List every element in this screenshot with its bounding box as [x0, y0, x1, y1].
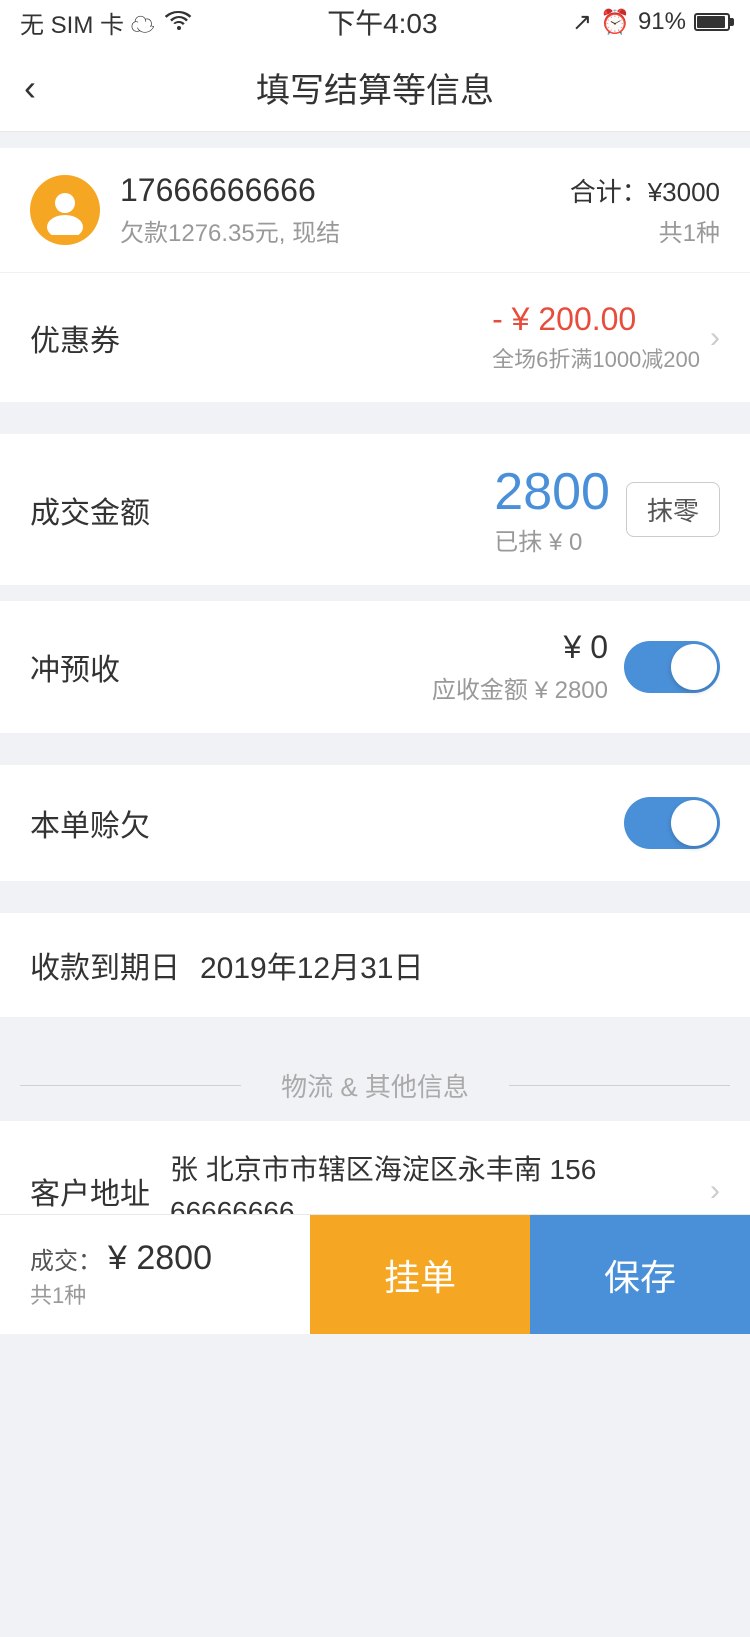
amount-number: 2800	[494, 462, 610, 522]
bensdan-toggle-knob	[671, 800, 717, 846]
user-subtext: 欠款1276.35元, 现结	[120, 213, 340, 248]
deal-amount-row: 成交金额 2800 已抹 ¥ 0 抹零	[30, 434, 720, 585]
coupon-right: - ¥ 200.00 全场6折满1000减200 ›	[492, 301, 720, 374]
logistics-section-label: 物流 & 其他信息	[0, 1049, 750, 1121]
user-info-row: 17666666666 欠款1276.35元, 现结 合计：¥3000 共1种	[0, 148, 750, 272]
wifi-icon	[165, 8, 193, 37]
amount-sub: 已抹 ¥ 0	[494, 522, 610, 557]
bottom-spacer	[0, 1477, 750, 1637]
footer-info: 成交： ¥ 2800 共1种	[0, 1239, 310, 1310]
address-label: 客户地址	[30, 1169, 150, 1213]
chong-right: ¥ 0 应收金额 ¥ 2800	[432, 629, 720, 705]
status-right: ↗ ⏰ 91%	[572, 8, 730, 37]
section-divider-2	[0, 585, 750, 601]
status-bar: 无 SIM 卡 ☁ 下午4:03 ↗ ⏰ 91%	[0, 0, 750, 44]
alarm-icon: ⏰	[600, 8, 630, 37]
battery-percent: 91%	[638, 8, 686, 36]
user-total: 合计：¥3000 共1种	[570, 172, 720, 248]
total-label: 合计：¥3000	[570, 172, 720, 209]
section-divider-3	[0, 749, 750, 765]
page-title: 填写结算等信息	[256, 63, 494, 112]
coupon-desc: 全场6折满1000减200	[492, 342, 700, 374]
bensdan-row: 本单赊欠	[0, 765, 750, 881]
round-btn[interactable]: 抹零	[626, 482, 720, 537]
divider-line-left	[20, 1085, 241, 1086]
footer-buttons: 挂单 保存	[310, 1215, 750, 1334]
chong-sub: 应收金额 ¥ 2800	[432, 670, 608, 705]
total-count: 共1种	[570, 213, 720, 248]
battery-icon	[694, 13, 730, 31]
status-time: 下午4:03	[327, 2, 438, 42]
chong-zero: ¥ 0	[432, 629, 608, 666]
duedate-label: 收款到期日	[30, 943, 180, 987]
footer-label-row: 成交： ¥ 2800	[30, 1239, 280, 1278]
address-chevron-icon: ›	[710, 1174, 720, 1208]
chong-amounts: ¥ 0 应收金额 ¥ 2800	[432, 629, 608, 705]
logistics-label: 物流 & 其他信息	[281, 1067, 469, 1104]
avatar	[30, 175, 100, 245]
footer: 成交： ¥ 2800 共1种 挂单 保存	[0, 1214, 750, 1334]
user-details: 17666666666 欠款1276.35元, 现结	[120, 172, 340, 248]
coupon-label: 优惠券	[30, 316, 120, 360]
coupon-chevron-icon: ›	[710, 321, 720, 355]
duedate-value: 2019年12月31日	[200, 943, 423, 987]
back-button[interactable]: ‹	[24, 67, 36, 109]
footer-amount: ¥ 2800	[108, 1239, 212, 1278]
amount-label: 成交金额	[30, 488, 150, 532]
footer-deal-label: 成交：	[30, 1241, 102, 1276]
footer-sub: 共1种	[30, 1278, 280, 1310]
location-icon: ↗	[572, 8, 592, 37]
nav-bar: ‹ 填写结算等信息	[0, 44, 750, 132]
chong-row: 冲预收 ¥ 0 应收金额 ¥ 2800	[0, 601, 750, 733]
bensdan-toggle[interactable]	[624, 797, 720, 849]
duedate-row: 收款到期日 2019年12月31日	[0, 913, 750, 1017]
amount-section: 成交金额 2800 已抹 ¥ 0 抹零	[0, 434, 750, 585]
status-left: 无 SIM 卡 ☁	[20, 5, 193, 40]
coupon-row[interactable]: 优惠券 - ¥ 200.00 全场6折满1000减200 ›	[0, 272, 750, 402]
chong-label: 冲预收	[30, 645, 120, 689]
amount-value-area: 2800 已抹 ¥ 0 抹零	[494, 462, 720, 557]
section-divider-5	[0, 1033, 750, 1049]
save-button[interactable]: 保存	[530, 1215, 750, 1334]
coupon-discount: - ¥ 200.00	[492, 301, 700, 338]
section-divider-1	[0, 418, 750, 434]
user-phone: 17666666666	[120, 172, 340, 209]
divider-line-right	[509, 1085, 730, 1086]
hang-button[interactable]: 挂单	[310, 1215, 530, 1334]
bensdan-label: 本单赊欠	[30, 801, 150, 845]
section-divider-4	[0, 897, 750, 913]
chong-toggle[interactable]	[624, 641, 720, 693]
toggle-knob	[671, 644, 717, 690]
sim-status: 无 SIM 卡 ☁	[20, 5, 155, 40]
user-left: 17666666666 欠款1276.35元, 现结	[30, 172, 340, 248]
